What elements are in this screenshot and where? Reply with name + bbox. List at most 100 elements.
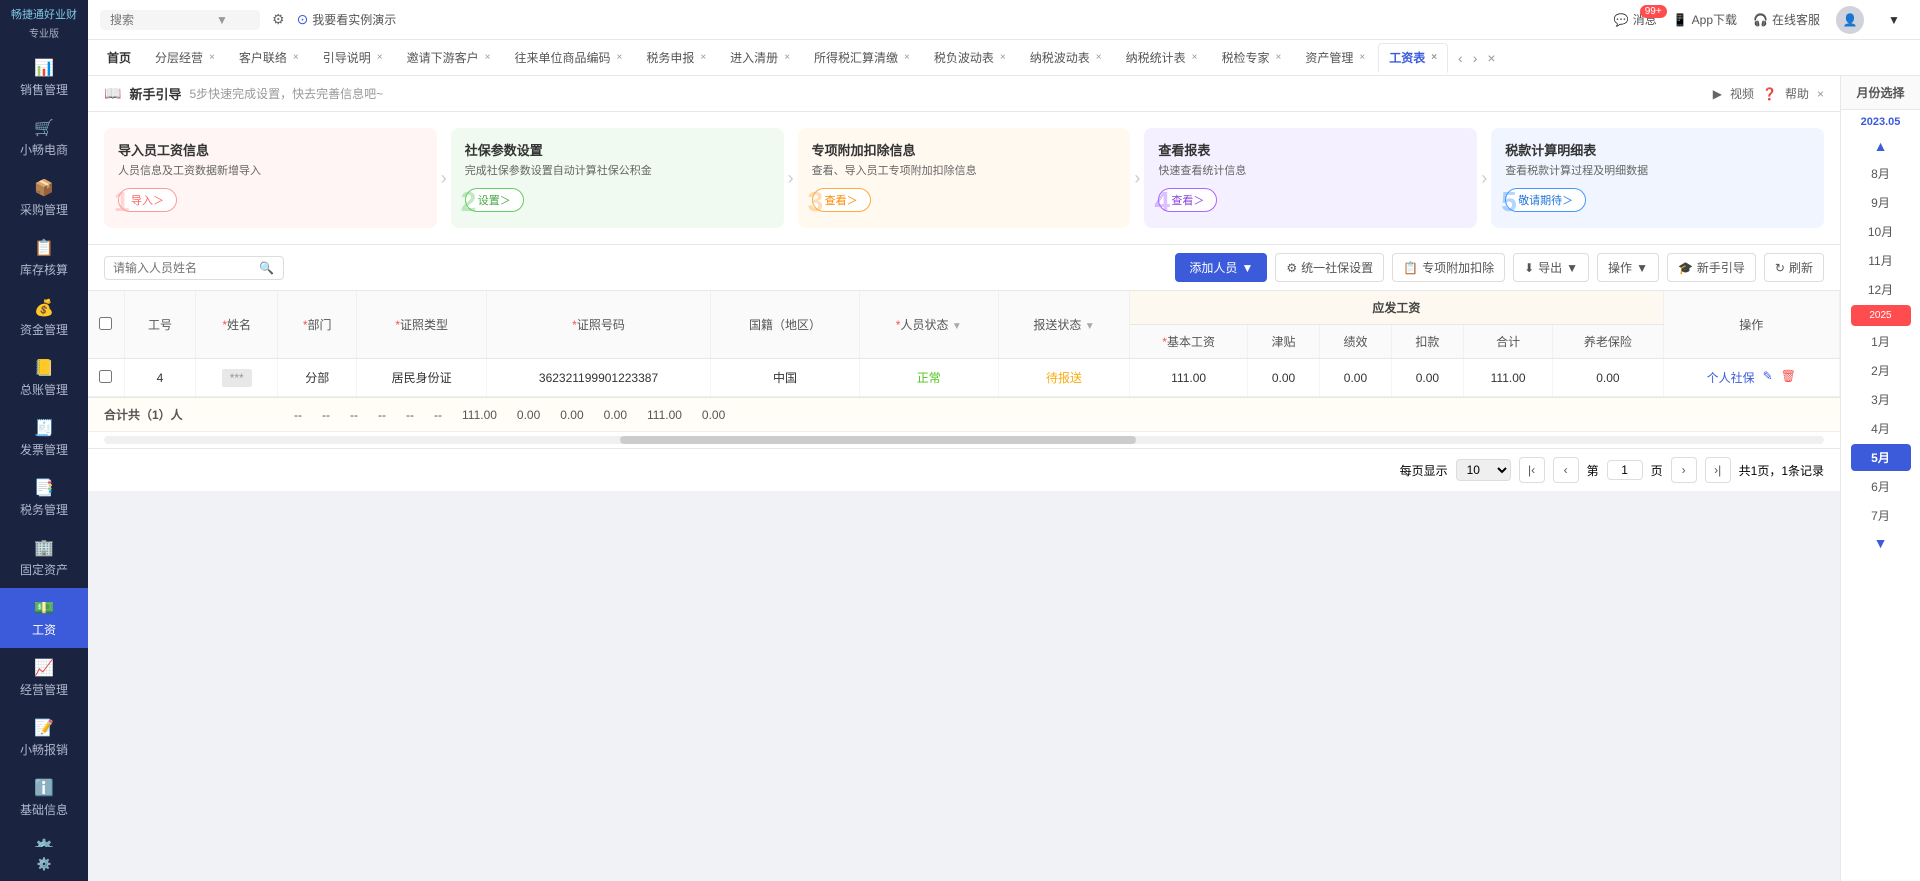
- month-item-1[interactable]: 1月: [1851, 328, 1911, 355]
- month-item-4[interactable]: 4月: [1851, 415, 1911, 442]
- tab-assets-mgmt-close[interactable]: ×: [1359, 52, 1365, 63]
- tab-tax-stats[interactable]: 纳税波动表 ×: [1019, 43, 1113, 73]
- tab-tax-expert[interactable]: 税检专家 ×: [1210, 43, 1292, 73]
- page-size-select[interactable]: 10 20 50 100: [1456, 459, 1511, 481]
- tab-tax-summary-close[interactable]: ×: [1192, 52, 1198, 63]
- employee-search-input[interactable]: [113, 261, 253, 275]
- new-guide-button[interactable]: 🎓 新手引导: [1667, 253, 1756, 282]
- sidebar-item-basic[interactable]: ℹ️ 基础信息: [0, 768, 88, 828]
- month-item-12[interactable]: 12月: [1851, 276, 1911, 303]
- header-demo-link[interactable]: ⊙ 我要看实例演示: [297, 11, 397, 28]
- month-item-5-active[interactable]: 5月: [1851, 444, 1911, 471]
- personal-social-security-link[interactable]: 个人社保: [1707, 369, 1755, 386]
- sidebar-item-finance[interactable]: 💰 资金管理: [0, 288, 88, 348]
- tab-salary-sheet[interactable]: 工资表 ×: [1378, 43, 1448, 73]
- report-status-filter-icon[interactable]: ▼: [1085, 321, 1095, 332]
- header-gear-icon[interactable]: ⚙: [268, 7, 289, 32]
- tab-hierarchy[interactable]: 分层经营 ×: [144, 43, 226, 73]
- month-up-btn[interactable]: ▲: [1869, 134, 1893, 158]
- month-item-10[interactable]: 10月: [1851, 218, 1911, 245]
- header-search-box[interactable]: ▼: [100, 10, 260, 30]
- step-5-btn[interactable]: 敬请期待＞: [1505, 188, 1586, 212]
- row-checkbox[interactable]: [99, 370, 112, 383]
- sidebar-item-invoice[interactable]: 🧾 发票管理: [0, 408, 88, 468]
- month-item-6[interactable]: 6月: [1851, 473, 1911, 500]
- horizontal-scrollbar[interactable]: [104, 436, 1824, 444]
- header-msg-btn[interactable]: 💬 消息 99+: [1614, 11, 1657, 28]
- tab-tax-calc-close[interactable]: ×: [904, 52, 910, 63]
- export-button[interactable]: ⬇ 导出 ▼: [1513, 253, 1589, 282]
- edit-icon[interactable]: ✎: [1763, 369, 1773, 386]
- guide-close-icon[interactable]: ×: [1817, 87, 1824, 101]
- sidebar-item-purchase[interactable]: 📦 采购管理: [0, 168, 88, 228]
- sidebar-item-operations[interactable]: 📈 经营管理: [0, 648, 88, 708]
- tab-product-code-close[interactable]: ×: [616, 52, 622, 63]
- refresh-button[interactable]: ↻ 刷新: [1764, 253, 1824, 282]
- tab-tax-exemption[interactable]: 税负波动表 ×: [923, 43, 1017, 73]
- special-deduction-button[interactable]: 📋 专项附加扣除: [1392, 253, 1505, 282]
- operation-button[interactable]: 操作 ▼: [1597, 253, 1659, 282]
- delete-icon[interactable]: 🗑: [1781, 369, 1796, 386]
- tab-guide[interactable]: 引导说明 ×: [312, 43, 394, 73]
- tab-tax-exemption-close[interactable]: ×: [1000, 52, 1006, 63]
- tab-clearance[interactable]: 进入清册 ×: [719, 43, 801, 73]
- page-prev-btn[interactable]: ‹: [1553, 457, 1579, 483]
- sidebar-item-tax[interactable]: 📑 税务管理: [0, 468, 88, 528]
- page-input[interactable]: [1607, 460, 1643, 480]
- tab-tax-stats-close[interactable]: ×: [1096, 52, 1102, 63]
- select-all-checkbox[interactable]: [99, 317, 112, 330]
- sidebar-settings[interactable]: ⚙️: [33, 847, 56, 881]
- tab-tax-report[interactable]: 税务申报 ×: [635, 43, 717, 73]
- guide-video-label[interactable]: 视频: [1730, 85, 1754, 102]
- page-first-btn[interactable]: |‹: [1519, 457, 1545, 483]
- header-online-btn[interactable]: 🎧 在线客服: [1753, 11, 1820, 28]
- month-item-8[interactable]: 8月: [1851, 160, 1911, 187]
- sidebar-item-sales[interactable]: 📊 销售管理: [0, 48, 88, 108]
- user-menu[interactable]: ▼: [1880, 6, 1908, 34]
- user-avatar[interactable]: 👤: [1836, 6, 1864, 34]
- page-last-btn[interactable]: ›|: [1705, 457, 1731, 483]
- tab-invite[interactable]: 邀请下游客户 ×: [396, 43, 502, 73]
- tab-customer[interactable]: 客户联络 ×: [228, 43, 310, 73]
- header-search-input[interactable]: [110, 13, 210, 27]
- employee-search-box[interactable]: 🔍: [104, 256, 284, 280]
- sidebar-item-report[interactable]: 📝 小畅报销: [0, 708, 88, 768]
- sidebar-item-inventory[interactable]: 📋 库存核算: [0, 228, 88, 288]
- month-item-3[interactable]: 3月: [1851, 386, 1911, 413]
- header-app-btn[interactable]: 📱 App下载: [1673, 11, 1737, 28]
- tab-next-icon[interactable]: ›: [1469, 48, 1482, 68]
- sidebar-item-assets[interactable]: 🏢 固定资产: [0, 528, 88, 588]
- sidebar-logo: 畅捷通好业财 专业版: [0, 0, 88, 48]
- tab-salary-sheet-close[interactable]: ×: [1431, 52, 1437, 63]
- month-item-2[interactable]: 2月: [1851, 357, 1911, 384]
- month-item-9[interactable]: 9月: [1851, 189, 1911, 216]
- tab-close-all-icon[interactable]: ×: [1483, 48, 1499, 68]
- sidebar-item-ledger[interactable]: 📒 总账管理: [0, 348, 88, 408]
- guide-help-label[interactable]: 帮助: [1785, 85, 1809, 102]
- tab-clearance-close[interactable]: ×: [784, 52, 790, 63]
- footer-col-5: --: [396, 408, 424, 422]
- tab-customer-close[interactable]: ×: [293, 52, 299, 63]
- tab-tax-expert-close[interactable]: ×: [1275, 52, 1281, 63]
- th-dept: *部门: [278, 291, 357, 359]
- add-employee-button[interactable]: 添加人员 ▼: [1175, 253, 1267, 282]
- tab-home[interactable]: 首页: [96, 43, 142, 73]
- tab-assets-mgmt[interactable]: 资产管理 ×: [1294, 43, 1376, 73]
- sidebar-item-ecommerce[interactable]: 🛒 小畅电商: [0, 108, 88, 168]
- tab-tax-calc[interactable]: 所得税汇算清缴 ×: [803, 43, 921, 73]
- status-filter-icon[interactable]: ▼: [952, 321, 962, 332]
- tab-guide-close[interactable]: ×: [377, 52, 383, 63]
- tab-prev-icon[interactable]: ‹: [1454, 48, 1467, 68]
- page-next-btn[interactable]: ›: [1671, 457, 1697, 483]
- sidebar-item-system[interactable]: ⚙️ 系统管理: [0, 828, 88, 847]
- month-item-11[interactable]: 11月: [1851, 247, 1911, 274]
- tab-tax-report-close[interactable]: ×: [700, 52, 706, 63]
- tab-product-code[interactable]: 往来单位商品编码 ×: [503, 43, 633, 73]
- unified-social-security-button[interactable]: ⚙ 统一社保设置: [1275, 253, 1384, 282]
- month-down-btn[interactable]: ▼: [1869, 531, 1893, 555]
- tab-invite-close[interactable]: ×: [485, 52, 491, 63]
- month-item-7[interactable]: 7月: [1851, 502, 1911, 529]
- sidebar-item-salary[interactable]: 💵 工资: [0, 588, 88, 648]
- tab-hierarchy-close[interactable]: ×: [209, 52, 215, 63]
- tab-tax-summary[interactable]: 纳税统计表 ×: [1115, 43, 1209, 73]
